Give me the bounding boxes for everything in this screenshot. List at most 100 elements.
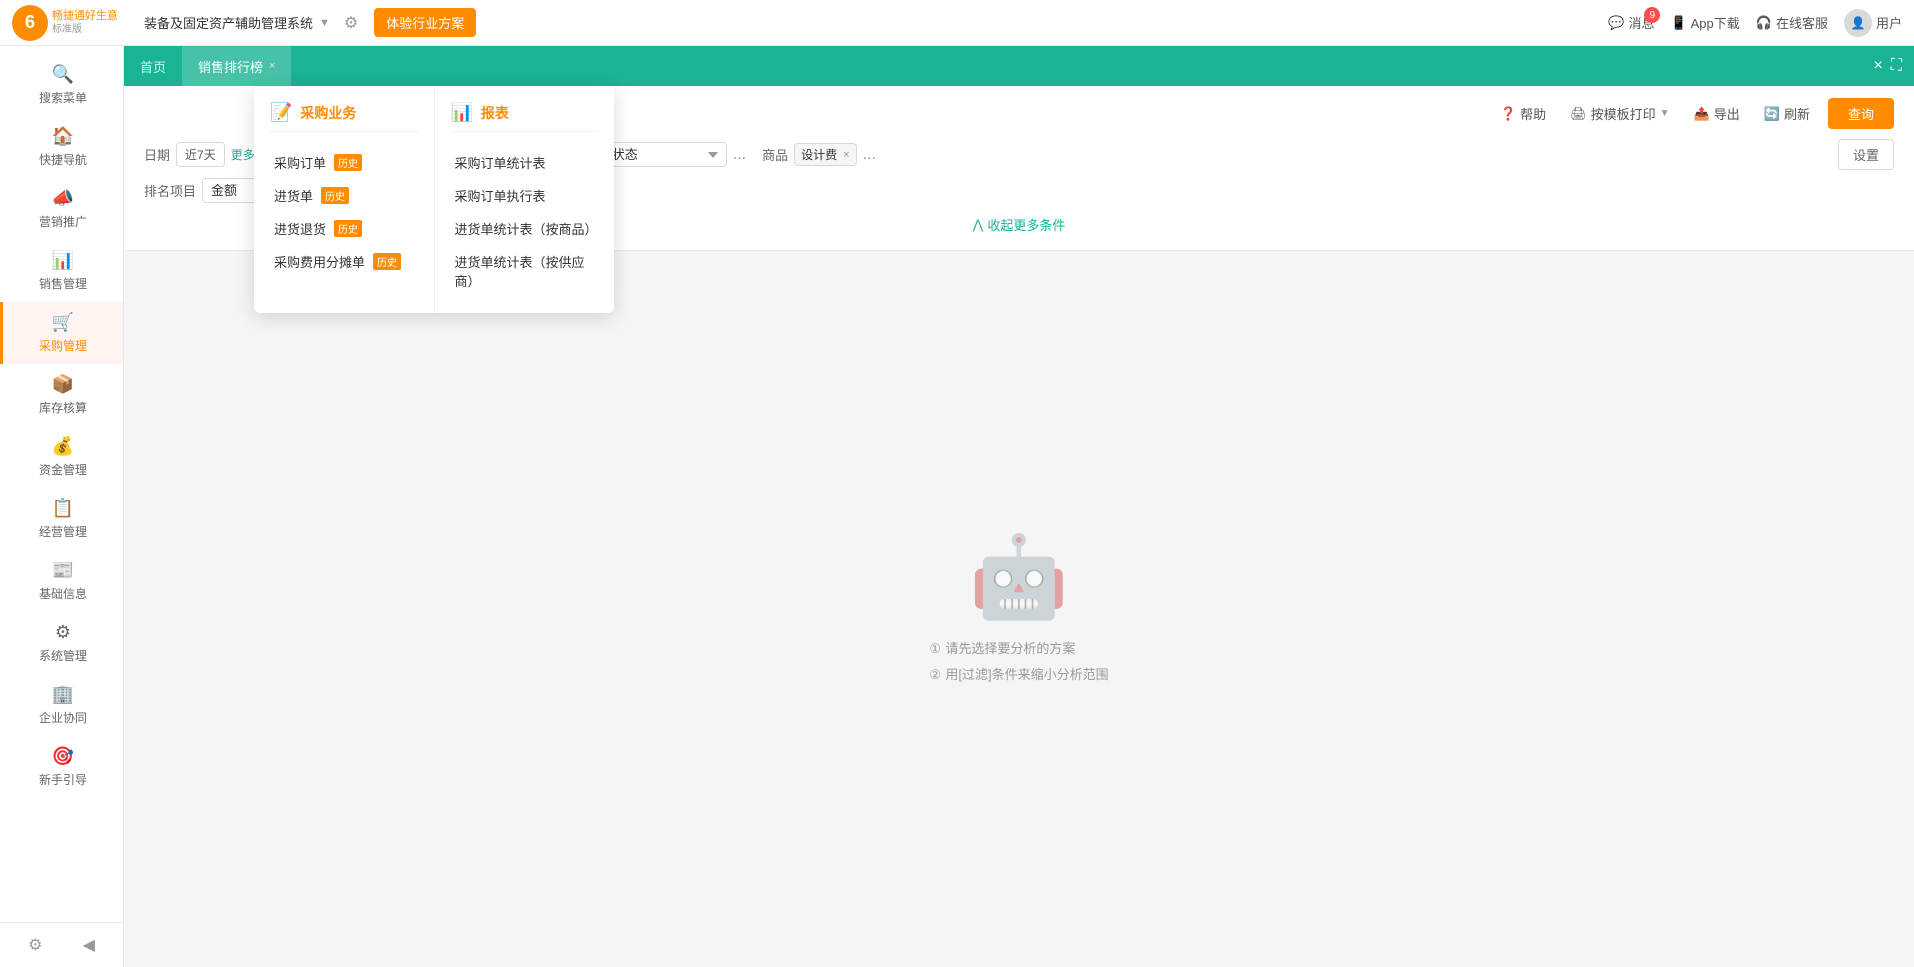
- app-download-button[interactable]: 📱 App下载: [1670, 13, 1739, 32]
- date-tag-7days[interactable]: 近7天: [176, 142, 225, 167]
- print-button[interactable]: 🖨 按模板打印 ▼: [1564, 100, 1675, 127]
- dropdown-item-receive-supplier[interactable]: 进货单统计表（按供应商）: [451, 245, 599, 297]
- window-controls: × ⛶: [1873, 57, 1914, 75]
- message-badge: 9: [1644, 7, 1660, 23]
- nav-dropdown-arrow[interactable]: ▼: [319, 17, 330, 29]
- receive-product-label: 进货单统计表（按商品）: [455, 219, 595, 238]
- dropdown-item-po-exec[interactable]: 采购订单执行表: [451, 179, 599, 212]
- logo-area: 6 畅捷通好生意 标准版: [12, 5, 136, 41]
- export-icon: 📤: [1694, 106, 1710, 122]
- tab-sales-rank[interactable]: 销售排行榜 ×: [182, 46, 291, 86]
- sidebar-item-operations[interactable]: 📋 经营管理: [0, 488, 123, 550]
- goods-label: 商品: [762, 145, 788, 164]
- report-col-title: 报表: [481, 103, 509, 123]
- sidebar-collapse-button[interactable]: ◀: [83, 935, 95, 955]
- purchase-col-header: 📝 采购业务: [270, 102, 418, 132]
- goods-tag: 设计费 ×: [794, 143, 856, 166]
- system-icon: ⚙: [55, 622, 71, 643]
- goods-tag-close[interactable]: ×: [843, 149, 849, 161]
- voucher-status-dots[interactable]: ...: [733, 146, 746, 164]
- sidebar-item-newbie[interactable]: 🎯 新手引导: [0, 736, 123, 798]
- search-icon: 🔍: [52, 64, 74, 85]
- home-icon: 🏠: [52, 126, 74, 147]
- report-col: 📊 报表 采购订单统计表 采购订单执行表 进货单统计表（按商品） 进货单统计表（…: [434, 86, 615, 313]
- nav-settings-icon[interactable]: ⚙: [344, 13, 358, 33]
- dropdown-item-po[interactable]: 采购订单 历史: [270, 146, 418, 179]
- print-icon: 🖨: [1570, 106, 1587, 122]
- sidebar-label-inventory: 库存核算: [39, 399, 87, 416]
- inventory-icon: 📦: [52, 374, 74, 395]
- operations-icon: 📋: [52, 498, 74, 519]
- message-icon: 💬: [1608, 15, 1624, 31]
- headset-icon: 🎧: [1756, 15, 1772, 31]
- settings-button[interactable]: 设置: [1838, 139, 1894, 170]
- sidebar-label-system: 系统管理: [39, 647, 87, 664]
- tab-close-icon[interactable]: ×: [269, 60, 275, 72]
- sidebar-label-basic-info: 基础信息: [39, 585, 87, 602]
- help-button[interactable]: ❓ 帮助: [1494, 100, 1552, 127]
- hint-2: 用[过滤]条件来缩小分析范围: [929, 662, 1108, 688]
- user-menu[interactable]: 👤 用户: [1844, 9, 1902, 37]
- dropdown-item-po-stat[interactable]: 采购订单统计表: [451, 146, 599, 179]
- empty-hints: 请先选择要分析的方案 用[过滤]条件来缩小分析范围: [929, 636, 1108, 688]
- purchase-dropdown-menu: 📝 采购业务 采购订单 历史 进货单 历史 进货退货 历史: [254, 86, 614, 313]
- sidebar-label-marketing: 营销推广: [39, 213, 87, 230]
- dropdown-item-return[interactable]: 进货退货 历史: [270, 212, 418, 245]
- receive-label: 进货单: [274, 186, 313, 205]
- top-right-actions: 💬 消息 9 📱 App下载 🎧 在线客服 👤 用户: [1608, 9, 1902, 37]
- sidebar-item-finance[interactable]: 💰 资金管理: [0, 426, 123, 488]
- goods-filter: 商品 设计费 × ...: [762, 143, 876, 166]
- dropdown-item-receive-product[interactable]: 进货单统计表（按商品）: [451, 212, 599, 245]
- sidebar-label-enterprise: 企业协同: [39, 709, 87, 726]
- rank-item-label: 排名项目: [144, 181, 196, 200]
- sidebar-item-nav[interactable]: 🏠 快捷导航: [0, 116, 123, 178]
- sidebar-item-system[interactable]: ⚙ 系统管理: [0, 612, 123, 674]
- query-button[interactable]: 查询: [1828, 98, 1894, 129]
- sidebar-item-search[interactable]: 🔍 搜索菜单: [0, 54, 123, 116]
- dropdown-item-fee[interactable]: 采购费用分摊单 历史: [270, 245, 418, 278]
- industry-button[interactable]: 体验行业方案: [374, 8, 476, 37]
- sidebar-item-basic-info[interactable]: 📰 基础信息: [0, 550, 123, 612]
- collapse-label: 收起更多条件: [987, 215, 1065, 234]
- online-service-button[interactable]: 🎧 在线客服: [1756, 13, 1828, 32]
- marketing-icon: 📣: [52, 188, 74, 209]
- sidebar-label-search: 搜索菜单: [39, 89, 87, 106]
- sidebar-item-inventory[interactable]: 📦 库存核算: [0, 364, 123, 426]
- basic-info-icon: 📰: [52, 560, 74, 581]
- window-max-icon[interactable]: ⛶: [1891, 57, 1902, 75]
- receive-supplier-label: 进货单统计表（按供应商）: [455, 252, 595, 290]
- tab-home-label: 首页: [140, 57, 166, 76]
- po-stat-label: 采购订单统计表: [455, 153, 546, 172]
- sidebar-label-finance: 资金管理: [39, 461, 87, 478]
- po-exec-label: 采购订单执行表: [455, 186, 546, 205]
- receive-history-badge: 历史: [321, 187, 349, 204]
- sidebar-item-enterprise[interactable]: 🏢 企业协同: [0, 674, 123, 736]
- sidebar: 🔍 搜索菜单 🏠 快捷导航 📣 营销推广 📊 销售管理 🛒 采购管: [0, 46, 124, 967]
- sidebar-item-sales[interactable]: 📊 销售管理: [0, 240, 123, 302]
- phone-icon: 📱: [1670, 15, 1686, 31]
- message-button[interactable]: 💬 消息 9: [1608, 13, 1654, 32]
- collapse-button[interactable]: ⋀ 收起更多条件: [973, 215, 1066, 234]
- logo-icon: 6: [12, 5, 48, 41]
- tab-home[interactable]: 首页: [124, 46, 182, 86]
- refresh-button[interactable]: 🔄 刷新: [1758, 100, 1816, 127]
- finance-icon: 💰: [52, 436, 74, 457]
- user-label: 用户: [1876, 13, 1902, 32]
- hint-1: 请先选择要分析的方案: [929, 636, 1108, 662]
- date-more-link[interactable]: 更多: [231, 146, 255, 163]
- logo-char: 6: [25, 12, 35, 33]
- sales-icon: 📊: [52, 250, 74, 271]
- goods-dots[interactable]: ...: [863, 146, 876, 164]
- export-button[interactable]: 📤 导出: [1688, 100, 1746, 127]
- enterprise-icon: 🏢: [52, 684, 74, 705]
- sidebar-settings-button[interactable]: ⚙: [28, 935, 42, 955]
- window-close-icon[interactable]: ×: [1873, 57, 1882, 75]
- refresh-icon: 🔄: [1764, 106, 1780, 122]
- avatar: 👤: [1844, 9, 1872, 37]
- dropdown-item-receive[interactable]: 进货单 历史: [270, 179, 418, 212]
- empty-illustration: 🤖: [969, 530, 1069, 624]
- print-dropdown-icon[interactable]: ▼: [1660, 108, 1670, 119]
- collapse-up-icon: ⋀: [973, 217, 984, 233]
- sidebar-item-marketing[interactable]: 📣 营销推广: [0, 178, 123, 240]
- sidebar-item-purchase[interactable]: 🛒 采购管理: [0, 302, 123, 364]
